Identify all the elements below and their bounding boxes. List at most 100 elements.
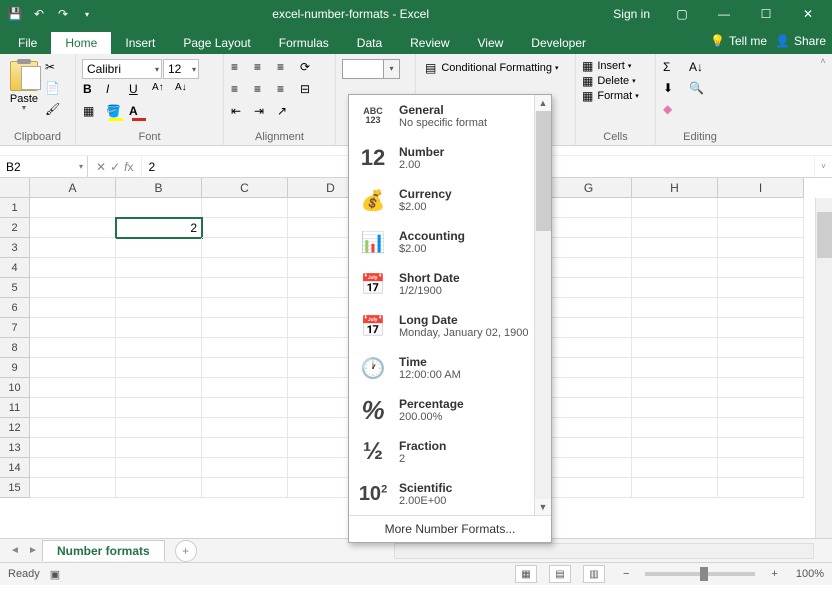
cell[interactable] [30, 218, 116, 238]
cell[interactable] [546, 398, 632, 418]
cell[interactable] [202, 438, 288, 458]
cell[interactable] [718, 458, 804, 478]
find-select-icon[interactable]: 🔍 [688, 80, 710, 100]
fill-icon[interactable]: ⬇ [662, 80, 684, 100]
cell[interactable] [116, 278, 202, 298]
cell[interactable] [718, 218, 804, 238]
column-header[interactable]: I [718, 178, 804, 198]
cell[interactable] [718, 338, 804, 358]
cell[interactable] [632, 238, 718, 258]
cell[interactable] [718, 378, 804, 398]
tab-review[interactable]: Review [396, 32, 463, 54]
cell[interactable] [116, 398, 202, 418]
row-header[interactable]: 5 [0, 278, 30, 298]
format-cells-button[interactable]: ▦Format▾ [582, 89, 649, 103]
cell[interactable] [116, 338, 202, 358]
wrap-merge-icon[interactable]: ⊟ [299, 81, 321, 101]
italic-button[interactable]: I [105, 81, 127, 101]
cut-icon[interactable]: ✂ [44, 59, 66, 79]
page-break-view-icon[interactable]: ▥ [583, 565, 605, 583]
row-header[interactable]: 9 [0, 358, 30, 378]
cell[interactable] [546, 418, 632, 438]
column-header[interactable]: C [202, 178, 288, 198]
expand-formula-bar-icon[interactable]: ˅ [814, 156, 832, 177]
cell[interactable] [30, 458, 116, 478]
number-format-option[interactable]: 12Number2.00 [349, 137, 551, 179]
cell[interactable] [718, 238, 804, 258]
page-layout-view-icon[interactable]: ▤ [549, 565, 571, 583]
cell[interactable] [116, 318, 202, 338]
cell[interactable] [202, 378, 288, 398]
align-top-icon[interactable]: ≡ [230, 59, 252, 79]
increase-font-icon[interactable]: A↑ [151, 81, 173, 101]
tab-page-layout[interactable]: Page Layout [169, 32, 264, 54]
cell[interactable] [30, 298, 116, 318]
dropdown-scroll-thumb[interactable] [536, 111, 551, 231]
scroll-down-icon[interactable]: ▼ [535, 499, 551, 515]
dropdown-scrollbar[interactable]: ▲ ▼ [534, 95, 551, 515]
column-header[interactable]: A [30, 178, 116, 198]
align-middle-icon[interactable]: ≡ [253, 59, 275, 79]
column-header[interactable]: H [632, 178, 718, 198]
cell[interactable] [30, 338, 116, 358]
orientation-icon[interactable]: ⟳ [299, 59, 321, 79]
cell[interactable] [718, 358, 804, 378]
cell[interactable] [546, 218, 632, 238]
decrease-font-icon[interactable]: A↓ [174, 81, 196, 101]
row-header[interactable]: 6 [0, 298, 30, 318]
tell-me[interactable]: 💡 Tell me [710, 34, 767, 48]
cell[interactable] [202, 478, 288, 498]
cell[interactable] [116, 458, 202, 478]
tab-home[interactable]: Home [51, 32, 111, 54]
name-box[interactable]: B2▾ [0, 156, 88, 177]
insert-function-icon[interactable]: fx [124, 160, 133, 174]
font-name-combo[interactable]: Calibri▾ [82, 59, 162, 79]
cell[interactable] [546, 358, 632, 378]
cell[interactable] [202, 418, 288, 438]
save-icon[interactable]: 💾 [4, 3, 26, 25]
sign-in-link[interactable]: Sign in [603, 7, 660, 21]
cell[interactable] [30, 238, 116, 258]
row-header[interactable]: 1 [0, 198, 30, 218]
cell[interactable] [202, 338, 288, 358]
conditional-formatting-button[interactable]: ▤ Conditional Formatting ▾ [422, 59, 569, 77]
close-icon[interactable]: ✕ [788, 0, 828, 28]
tab-insert[interactable]: Insert [111, 32, 169, 54]
row-header[interactable]: 2 [0, 218, 30, 238]
maximize-icon[interactable]: ☐ [746, 0, 786, 28]
cell[interactable] [30, 318, 116, 338]
number-format-dropdown-icon[interactable]: ▾ [383, 60, 399, 78]
cell[interactable] [546, 338, 632, 358]
paste-button[interactable]: Paste ▼ [6, 57, 42, 130]
zoom-in-button[interactable]: + [771, 568, 777, 580]
number-format-option[interactable]: 📅Short Date1/2/1900 [349, 263, 551, 305]
cell[interactable] [546, 438, 632, 458]
undo-icon[interactable]: ↶ [28, 3, 50, 25]
number-format-option[interactable]: ABC123GeneralNo specific format [349, 95, 551, 137]
decrease-indent-icon[interactable]: ⇤ [230, 103, 252, 123]
cell[interactable] [718, 418, 804, 438]
cell[interactable] [632, 278, 718, 298]
sheet-nav-prev-icon[interactable]: ◄ [6, 545, 24, 556]
horizontal-scrollbar[interactable] [394, 543, 814, 559]
sort-filter-icon[interactable]: A↓ [688, 59, 710, 79]
row-header[interactable]: 11 [0, 398, 30, 418]
cell[interactable] [632, 378, 718, 398]
tab-developer[interactable]: Developer [517, 32, 600, 54]
cancel-formula-icon[interactable]: ✕ [96, 160, 106, 174]
new-sheet-button[interactable]: + [175, 540, 197, 562]
cell[interactable] [30, 478, 116, 498]
sheet-tab-active[interactable]: Number formats [42, 540, 165, 561]
collapse-ribbon-icon[interactable]: ˄ [816, 56, 830, 66]
number-format-option[interactable]: %Percentage200.00% [349, 389, 551, 431]
cell[interactable] [202, 198, 288, 218]
cell[interactable] [632, 458, 718, 478]
cell[interactable] [30, 418, 116, 438]
font-size-combo[interactable]: 12▾ [163, 59, 199, 79]
cell[interactable] [202, 358, 288, 378]
cell[interactable] [718, 398, 804, 418]
cell[interactable] [632, 478, 718, 498]
number-format-combo[interactable]: ▾ [342, 59, 400, 79]
zoom-out-button[interactable]: − [623, 568, 629, 580]
insert-cells-button[interactable]: ▦Insert▾ [582, 59, 649, 73]
